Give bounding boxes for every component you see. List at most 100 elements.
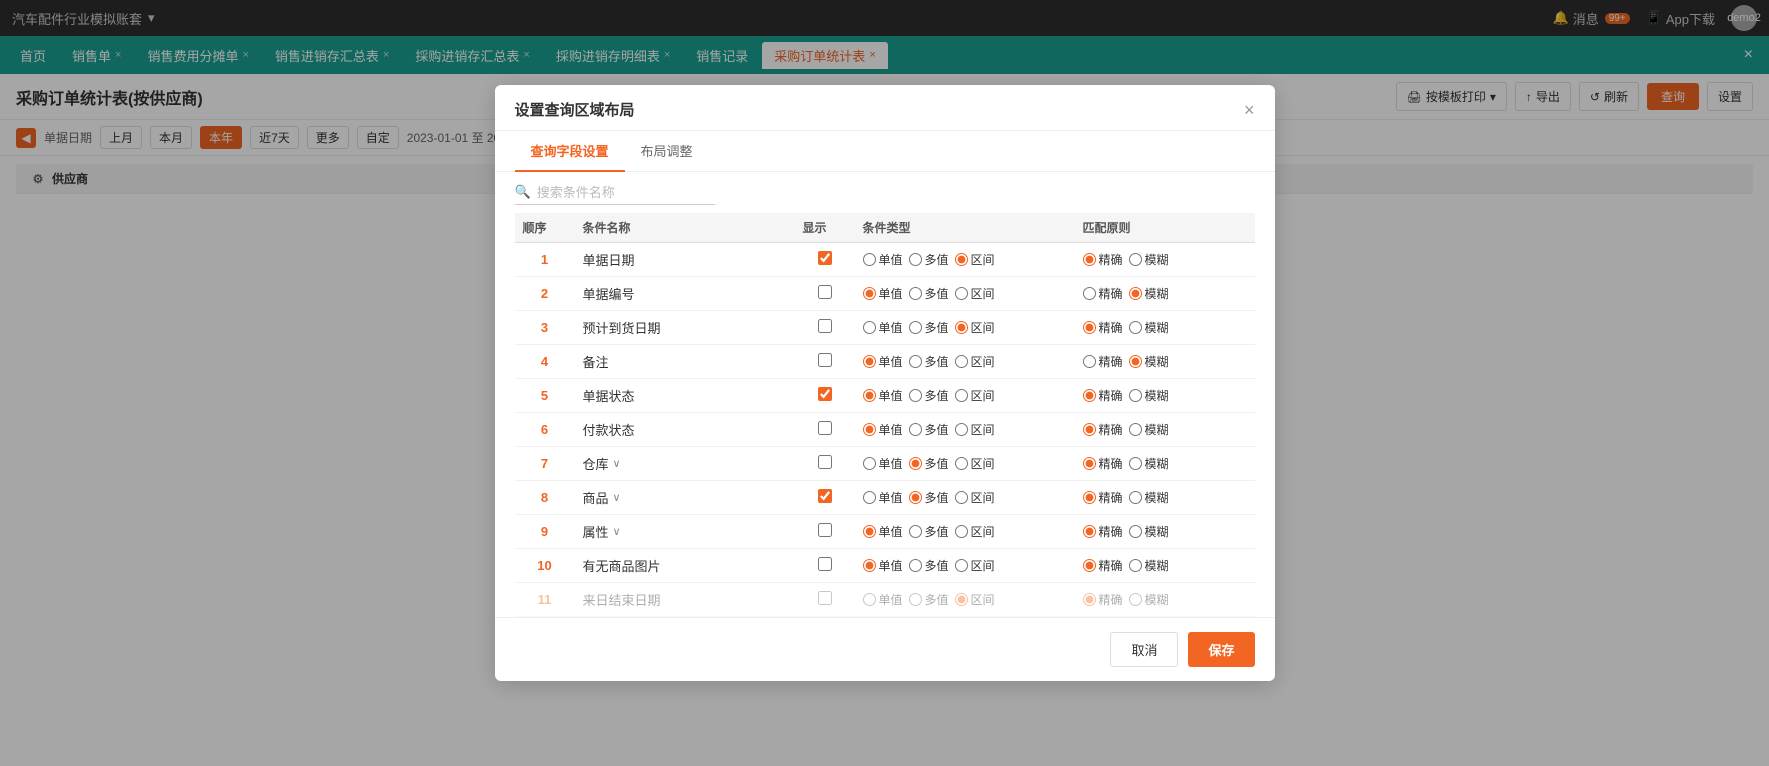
type-cell: 单值多值区间: [855, 251, 1075, 268]
type-multi-radio[interactable]: [909, 321, 922, 334]
tab-layout-adjust[interactable]: 布局调整: [625, 131, 709, 172]
dialog-close-button[interactable]: ×: [1244, 101, 1255, 119]
match-exact-radio[interactable]: [1083, 287, 1096, 300]
dialog-search: 🔍: [495, 172, 1275, 213]
type-range-radio[interactable]: [955, 525, 968, 538]
type-range-radio[interactable]: [955, 457, 968, 470]
row-index: 11: [515, 592, 575, 607]
row-name: 商品 ∨: [575, 488, 795, 507]
match-exact-radio[interactable]: [1083, 457, 1096, 470]
search-input[interactable]: [537, 185, 715, 200]
row-name: 有无商品图片: [575, 556, 795, 575]
table-row: 8商品 ∨单值多值区间精确模糊: [515, 481, 1255, 515]
type-range-radio[interactable]: [955, 559, 968, 572]
type-range-radio[interactable]: [955, 593, 968, 606]
type-single-radio[interactable]: [863, 321, 876, 334]
row-index: 2: [515, 286, 575, 301]
type-multi-radio[interactable]: [909, 491, 922, 504]
display-checkbox[interactable]: [818, 319, 832, 333]
match-fuzzy-radio[interactable]: [1129, 321, 1142, 334]
type-range-radio[interactable]: [955, 423, 968, 436]
type-single-radio[interactable]: [863, 389, 876, 402]
type-single-radio[interactable]: [863, 423, 876, 436]
type-single-radio[interactable]: [863, 457, 876, 470]
match-exact-radio[interactable]: [1083, 355, 1096, 368]
type-range-radio[interactable]: [955, 389, 968, 402]
row-name: 属性 ∨: [575, 522, 795, 541]
type-single-radio[interactable]: [863, 525, 876, 538]
type-multi-radio[interactable]: [909, 593, 922, 606]
match-fuzzy-radio[interactable]: [1129, 253, 1142, 266]
type-multi-radio[interactable]: [909, 457, 922, 470]
match-fuzzy-radio[interactable]: [1129, 423, 1142, 436]
type-cell: 单值多值区间: [855, 557, 1075, 574]
match-fuzzy-radio[interactable]: [1129, 593, 1142, 606]
type-multi-radio[interactable]: [909, 559, 922, 572]
type-range-radio[interactable]: [955, 287, 968, 300]
dialog-header: 设置查询区域布局 ×: [495, 85, 1275, 131]
type-single-radio[interactable]: [863, 491, 876, 504]
save-button[interactable]: 保存: [1188, 632, 1254, 667]
match-cell: 精确模糊: [1075, 353, 1255, 370]
display-checkbox[interactable]: [818, 387, 832, 401]
row-index: 1: [515, 252, 575, 267]
table-row: 7仓库 ∨单值多值区间精确模糊: [515, 447, 1255, 481]
display-checkbox[interactable]: [818, 455, 832, 469]
type-multi-radio[interactable]: [909, 389, 922, 402]
display-checkbox[interactable]: [818, 353, 832, 367]
match-exact-radio[interactable]: [1083, 253, 1096, 266]
display-checkbox[interactable]: [818, 421, 832, 435]
display-cell: [795, 421, 855, 438]
type-range-radio[interactable]: [955, 253, 968, 266]
match-exact-radio[interactable]: [1083, 593, 1096, 606]
match-exact-radio[interactable]: [1083, 389, 1096, 402]
type-cell: 单值多值区间: [855, 455, 1075, 472]
row-index: 8: [515, 490, 575, 505]
match-fuzzy-radio[interactable]: [1129, 559, 1142, 572]
display-checkbox[interactable]: [818, 557, 832, 571]
display-checkbox[interactable]: [818, 591, 832, 605]
display-cell: [795, 251, 855, 268]
type-range-radio[interactable]: [955, 321, 968, 334]
match-exact-radio[interactable]: [1083, 559, 1096, 572]
match-exact-radio[interactable]: [1083, 423, 1096, 436]
col-display-header: 显示: [795, 219, 855, 236]
type-multi-radio[interactable]: [909, 253, 922, 266]
type-multi-radio[interactable]: [909, 423, 922, 436]
type-single-radio[interactable]: [863, 287, 876, 300]
match-cell: 精确模糊: [1075, 523, 1255, 540]
type-range-radio[interactable]: [955, 355, 968, 368]
match-exact-radio[interactable]: [1083, 321, 1096, 334]
match-fuzzy-radio[interactable]: [1129, 491, 1142, 504]
type-multi-radio[interactable]: [909, 287, 922, 300]
type-cell: 单值多值区间: [855, 387, 1075, 404]
col-match-header: 匹配原则: [1075, 219, 1255, 236]
row-index: 6: [515, 422, 575, 437]
tab-query-fields[interactable]: 查询字段设置: [515, 131, 625, 172]
type-range-radio[interactable]: [955, 491, 968, 504]
display-checkbox[interactable]: [818, 251, 832, 265]
type-multi-radio[interactable]: [909, 355, 922, 368]
row-name: 付款状态: [575, 420, 795, 439]
type-single-radio[interactable]: [863, 355, 876, 368]
type-single-radio[interactable]: [863, 559, 876, 572]
match-cell: 精确模糊: [1075, 557, 1255, 574]
match-fuzzy-radio[interactable]: [1129, 389, 1142, 402]
display-checkbox[interactable]: [818, 285, 832, 299]
match-fuzzy-radio[interactable]: [1129, 457, 1142, 470]
match-fuzzy-radio[interactable]: [1129, 525, 1142, 538]
display-cell: [795, 285, 855, 302]
match-fuzzy-radio[interactable]: [1129, 355, 1142, 368]
type-single-radio[interactable]: [863, 593, 876, 606]
dialog-title: 设置查询区域布局: [515, 99, 635, 120]
display-checkbox[interactable]: [818, 523, 832, 537]
col-name-header: 条件名称: [575, 219, 795, 236]
match-fuzzy-radio[interactable]: [1129, 287, 1142, 300]
match-cell: 精确模糊: [1075, 455, 1255, 472]
type-single-radio[interactable]: [863, 253, 876, 266]
type-multi-radio[interactable]: [909, 525, 922, 538]
cancel-button[interactable]: 取消: [1110, 632, 1178, 667]
match-exact-radio[interactable]: [1083, 491, 1096, 504]
display-checkbox[interactable]: [818, 489, 832, 503]
match-exact-radio[interactable]: [1083, 525, 1096, 538]
